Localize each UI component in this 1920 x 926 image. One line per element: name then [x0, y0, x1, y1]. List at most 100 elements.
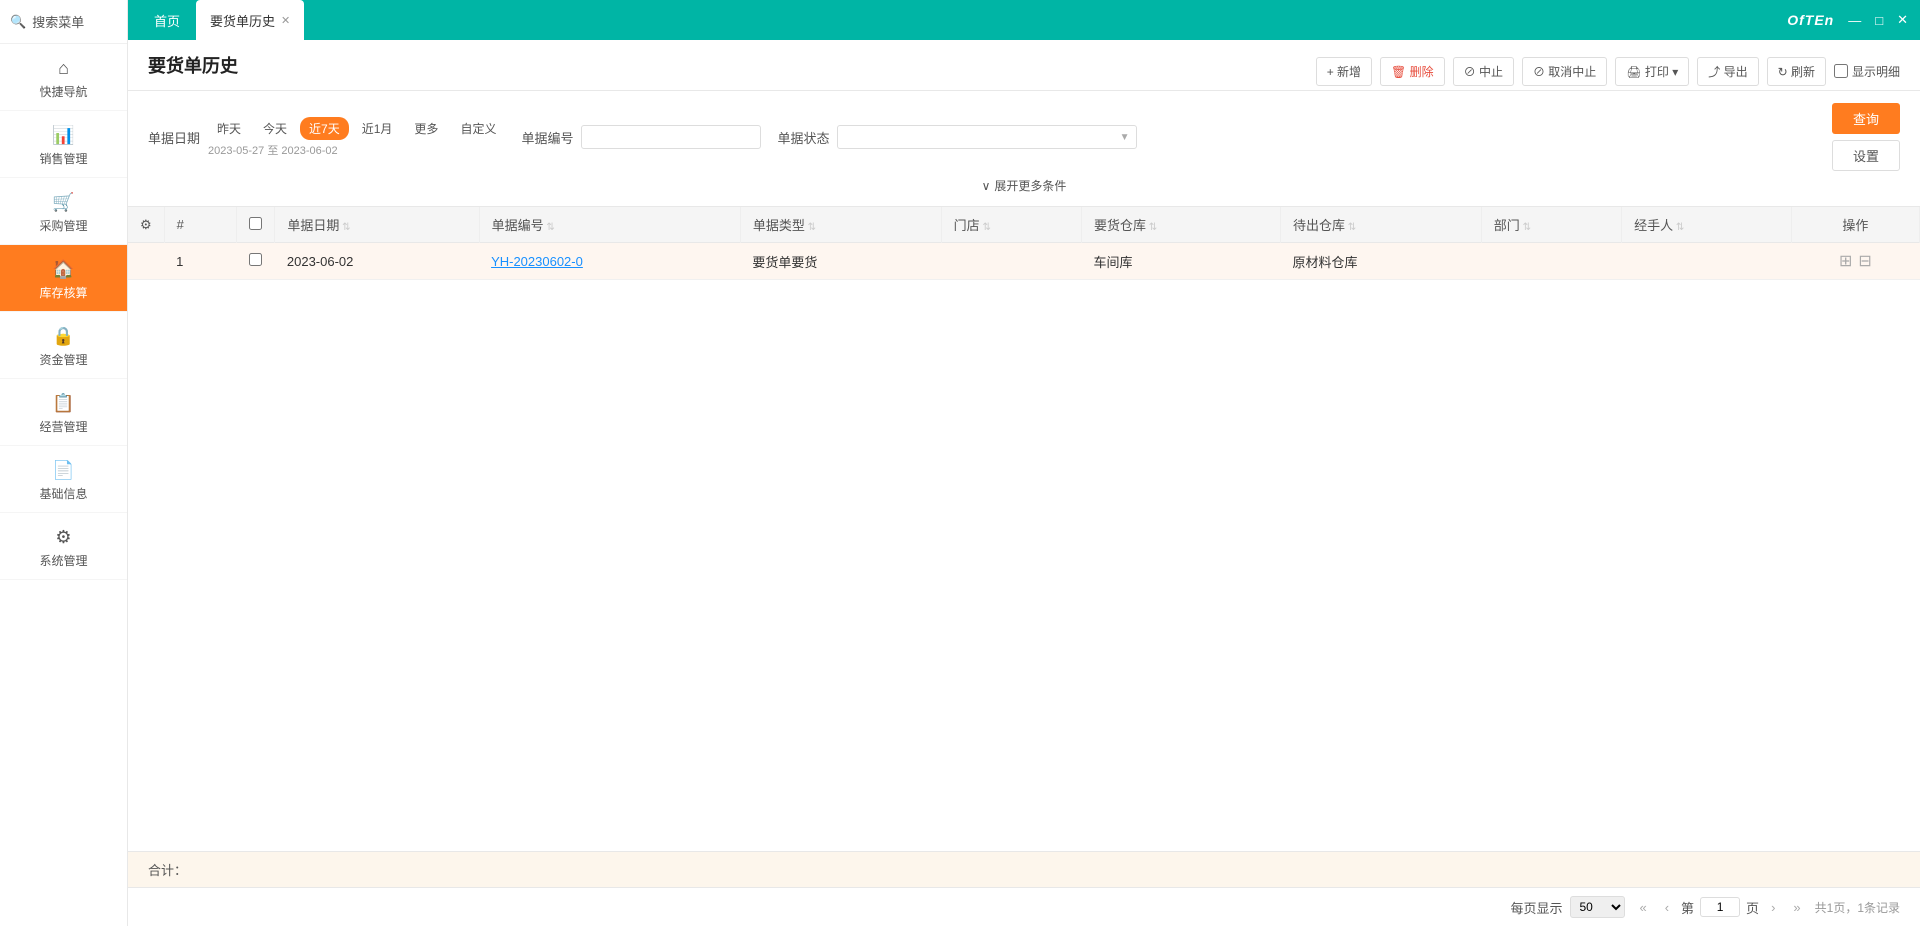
sidebar-item-operation[interactable]: 📋经营管理 — [0, 379, 127, 446]
content-area: 要货单历史 + 新增 🗑 删除 ⊘ 中止 ⊘ 取消中止 🖨 打印 ▾ ⤴ 导出 … — [128, 40, 1920, 926]
first-page-btn[interactable]: « — [1633, 898, 1652, 917]
tab-home[interactable]: 首页 — [140, 0, 194, 40]
page-nav: « ‹ 第 页 › » — [1633, 897, 1806, 917]
sidebar-item-finance[interactable]: 🔒资金管理 — [0, 312, 127, 379]
page-header: 要货单历史 + 新增 🗑 删除 ⊘ 中止 ⊘ 取消中止 🖨 打印 ▾ ⤴ 导出 … — [128, 40, 1920, 91]
new-btn[interactable]: + 新增 — [1316, 57, 1372, 86]
total-info: 共1页，1条记录 — [1815, 899, 1900, 916]
setting-btn[interactable]: 设置 — [1832, 140, 1900, 171]
inventory-icon: 🏠 — [52, 259, 74, 280]
data-table: ⚙#单据日期单据编号单据类型门店要货仓库待出仓库部门经手人操作 1 2023-0… — [128, 207, 1920, 280]
table-row: 1 2023-06-02 YH-20230602-0 要货单要货 车间库 原材料… — [128, 243, 1920, 280]
more-icon[interactable]: ⊟ — [1858, 251, 1871, 271]
sidebar-search[interactable]: 🔍 搜索菜单 — [0, 0, 127, 44]
cell-number: YH-20230602-0 — [479, 243, 740, 280]
page-size-label: 每页显示 — [1510, 898, 1562, 917]
th-handler[interactable]: 经手人 — [1622, 207, 1792, 243]
doc-status-filter: 单据状态 ▼ — [777, 125, 1137, 149]
edit-icon[interactable]: ⊞ — [1839, 251, 1852, 271]
filter-area: 单据日期 昨天今天近7天近1月更多自定义 2023-05-27 至 2023-0… — [128, 91, 1920, 207]
filter-actions: 查询 设置 — [1832, 103, 1900, 171]
toolbar: + 新增 🗑 删除 ⊘ 中止 ⊘ 取消中止 🖨 打印 ▾ ⤴ 导出 ↻ 刷新 显… — [1316, 57, 1900, 86]
prev-page-btn[interactable]: ‹ — [1659, 898, 1675, 917]
date-btn-昨天[interactable]: 昨天 — [208, 117, 250, 140]
doc-number-link[interactable]: YH-20230602-0 — [491, 254, 583, 269]
display-detail-label: 显示明细 — [1852, 63, 1900, 80]
th-type[interactable]: 单据类型 — [740, 207, 941, 243]
cancel-stop-btn[interactable]: ⊘ 取消中止 — [1522, 57, 1607, 86]
sidebar-item-inventory[interactable]: 🏠库存核算 — [0, 245, 127, 312]
th-date[interactable]: 单据日期 — [275, 207, 479, 243]
sidebar-item-purchase[interactable]: 🛒 采购管理 — [0, 178, 127, 245]
window-maximize-btn[interactable]: □ — [1875, 13, 1883, 28]
th-store[interactable]: 门店 — [941, 207, 1081, 243]
doc-number-label: 单据编号 — [521, 128, 573, 147]
sidebar-item-label: 快捷导航 — [39, 83, 87, 100]
refresh-btn[interactable]: ↻ 刷新 — [1767, 57, 1826, 86]
date-btn-更多[interactable]: 更多 — [405, 117, 447, 140]
display-detail-toggle[interactable]: 显示明细 — [1834, 63, 1900, 80]
query-btn[interactable]: 查询 — [1832, 103, 1900, 134]
system-icon: ⚙ — [55, 527, 71, 548]
expand-more-label: 展开更多条件 — [994, 177, 1066, 194]
date-btn-近1月[interactable]: 近1月 — [353, 117, 402, 140]
last-page-btn[interactable]: » — [1787, 898, 1806, 917]
select-all-checkbox[interactable] — [249, 217, 262, 230]
tab-close-icon[interactable]: ✕ — [281, 14, 290, 27]
date-btn-自定义[interactable]: 自定义 — [451, 117, 505, 140]
sidebar-item-sales[interactable]: 📊销售管理 — [0, 111, 127, 178]
page-go-label: 第 — [1681, 898, 1694, 917]
doc-number-filter: 单据编号 — [521, 125, 761, 149]
page-title: 要货单历史 — [148, 52, 238, 78]
th-pending_warehouse[interactable]: 待出仓库 — [1280, 207, 1481, 243]
brand-label: OfTEn — [1787, 12, 1834, 28]
filter-row: 单据日期 昨天今天近7天近1月更多自定义 2023-05-27 至 2023-0… — [148, 103, 1900, 171]
print-btn[interactable]: 🖨 打印 ▾ — [1615, 57, 1689, 86]
th-index: # — [164, 207, 237, 243]
doc-status-select-wrapper: ▼ — [837, 125, 1137, 149]
search-icon: 🔍 — [10, 14, 26, 30]
cell-date: 2023-06-02 — [275, 243, 479, 280]
window-close-btn[interactable]: ✕ — [1897, 12, 1908, 28]
settings-icon[interactable]: ⚙ — [140, 217, 152, 232]
page-size-select[interactable]: 102050100 — [1570, 896, 1625, 918]
sidebar-item-basic[interactable]: 📄基础信息 — [0, 446, 127, 513]
cell-dept — [1481, 243, 1621, 280]
export-btn[interactable]: ⤴ 导出 — [1697, 57, 1758, 86]
cell-check[interactable] — [237, 243, 275, 280]
stop-btn[interactable]: ⊘ 中止 — [1453, 57, 1514, 86]
expand-more-btn[interactable]: ∨ 展开更多条件 — [148, 177, 1900, 194]
th-number[interactable]: 单据编号 — [479, 207, 740, 243]
delete-btn[interactable]: 🗑 删除 — [1380, 57, 1445, 86]
date-btn-今天[interactable]: 今天 — [254, 117, 296, 140]
sidebar-item-quick-nav[interactable]: ⌂ 快捷导航 — [0, 44, 127, 111]
window-minimize-btn[interactable]: — — [1848, 13, 1861, 28]
doc-number-input[interactable] — [581, 125, 761, 149]
tab-active[interactable]: 要货单历史 ✕ — [196, 0, 304, 40]
sidebar: 🔍 搜索菜单 ⌂ 快捷导航 📊销售管理 🛒 采购管理 🏠库存核算🔒资金管理📋经营管理📄基础… — [0, 0, 128, 926]
sidebar-item-label: 系统管理 — [39, 552, 87, 569]
sidebar-item-label: 采购管理 — [39, 217, 87, 234]
row-checkbox[interactable] — [249, 253, 262, 266]
th-dept[interactable]: 部门 — [1481, 207, 1621, 243]
sidebar-search-label: 搜索菜单 — [32, 12, 84, 31]
quick-nav-icon: ⌂ — [58, 58, 69, 79]
th-settings: ⚙ — [128, 207, 164, 243]
date-btns: 昨天今天近7天近1月更多自定义 2023-05-27 至 2023-06-02 — [208, 117, 505, 158]
cell-pending-warehouse: 原材料仓库 — [1280, 243, 1481, 280]
page-input[interactable] — [1700, 897, 1740, 917]
purchase-icon: 🛒 — [52, 192, 74, 213]
display-detail-checkbox[interactable] — [1834, 64, 1848, 78]
th-req_warehouse[interactable]: 要货仓库 — [1081, 207, 1280, 243]
date-btn-近7天[interactable]: 近7天 — [300, 117, 349, 140]
date-filter-group: 单据日期 昨天今天近7天近1月更多自定义 2023-05-27 至 2023-0… — [148, 117, 505, 158]
sidebar-item-label: 经营管理 — [39, 418, 87, 435]
doc-status-label: 单据状态 — [777, 128, 829, 147]
cell-store — [941, 243, 1081, 280]
doc-status-select[interactable] — [837, 125, 1137, 149]
sidebar-item-label: 销售管理 — [39, 150, 87, 167]
sidebar-item-system[interactable]: ⚙ 系统管理 — [0, 513, 127, 580]
next-page-btn[interactable]: › — [1765, 898, 1781, 917]
cell-index: 1 — [164, 243, 237, 280]
topbar: 首页 要货单历史 ✕ OfTEn — □ ✕ — [128, 0, 1920, 40]
